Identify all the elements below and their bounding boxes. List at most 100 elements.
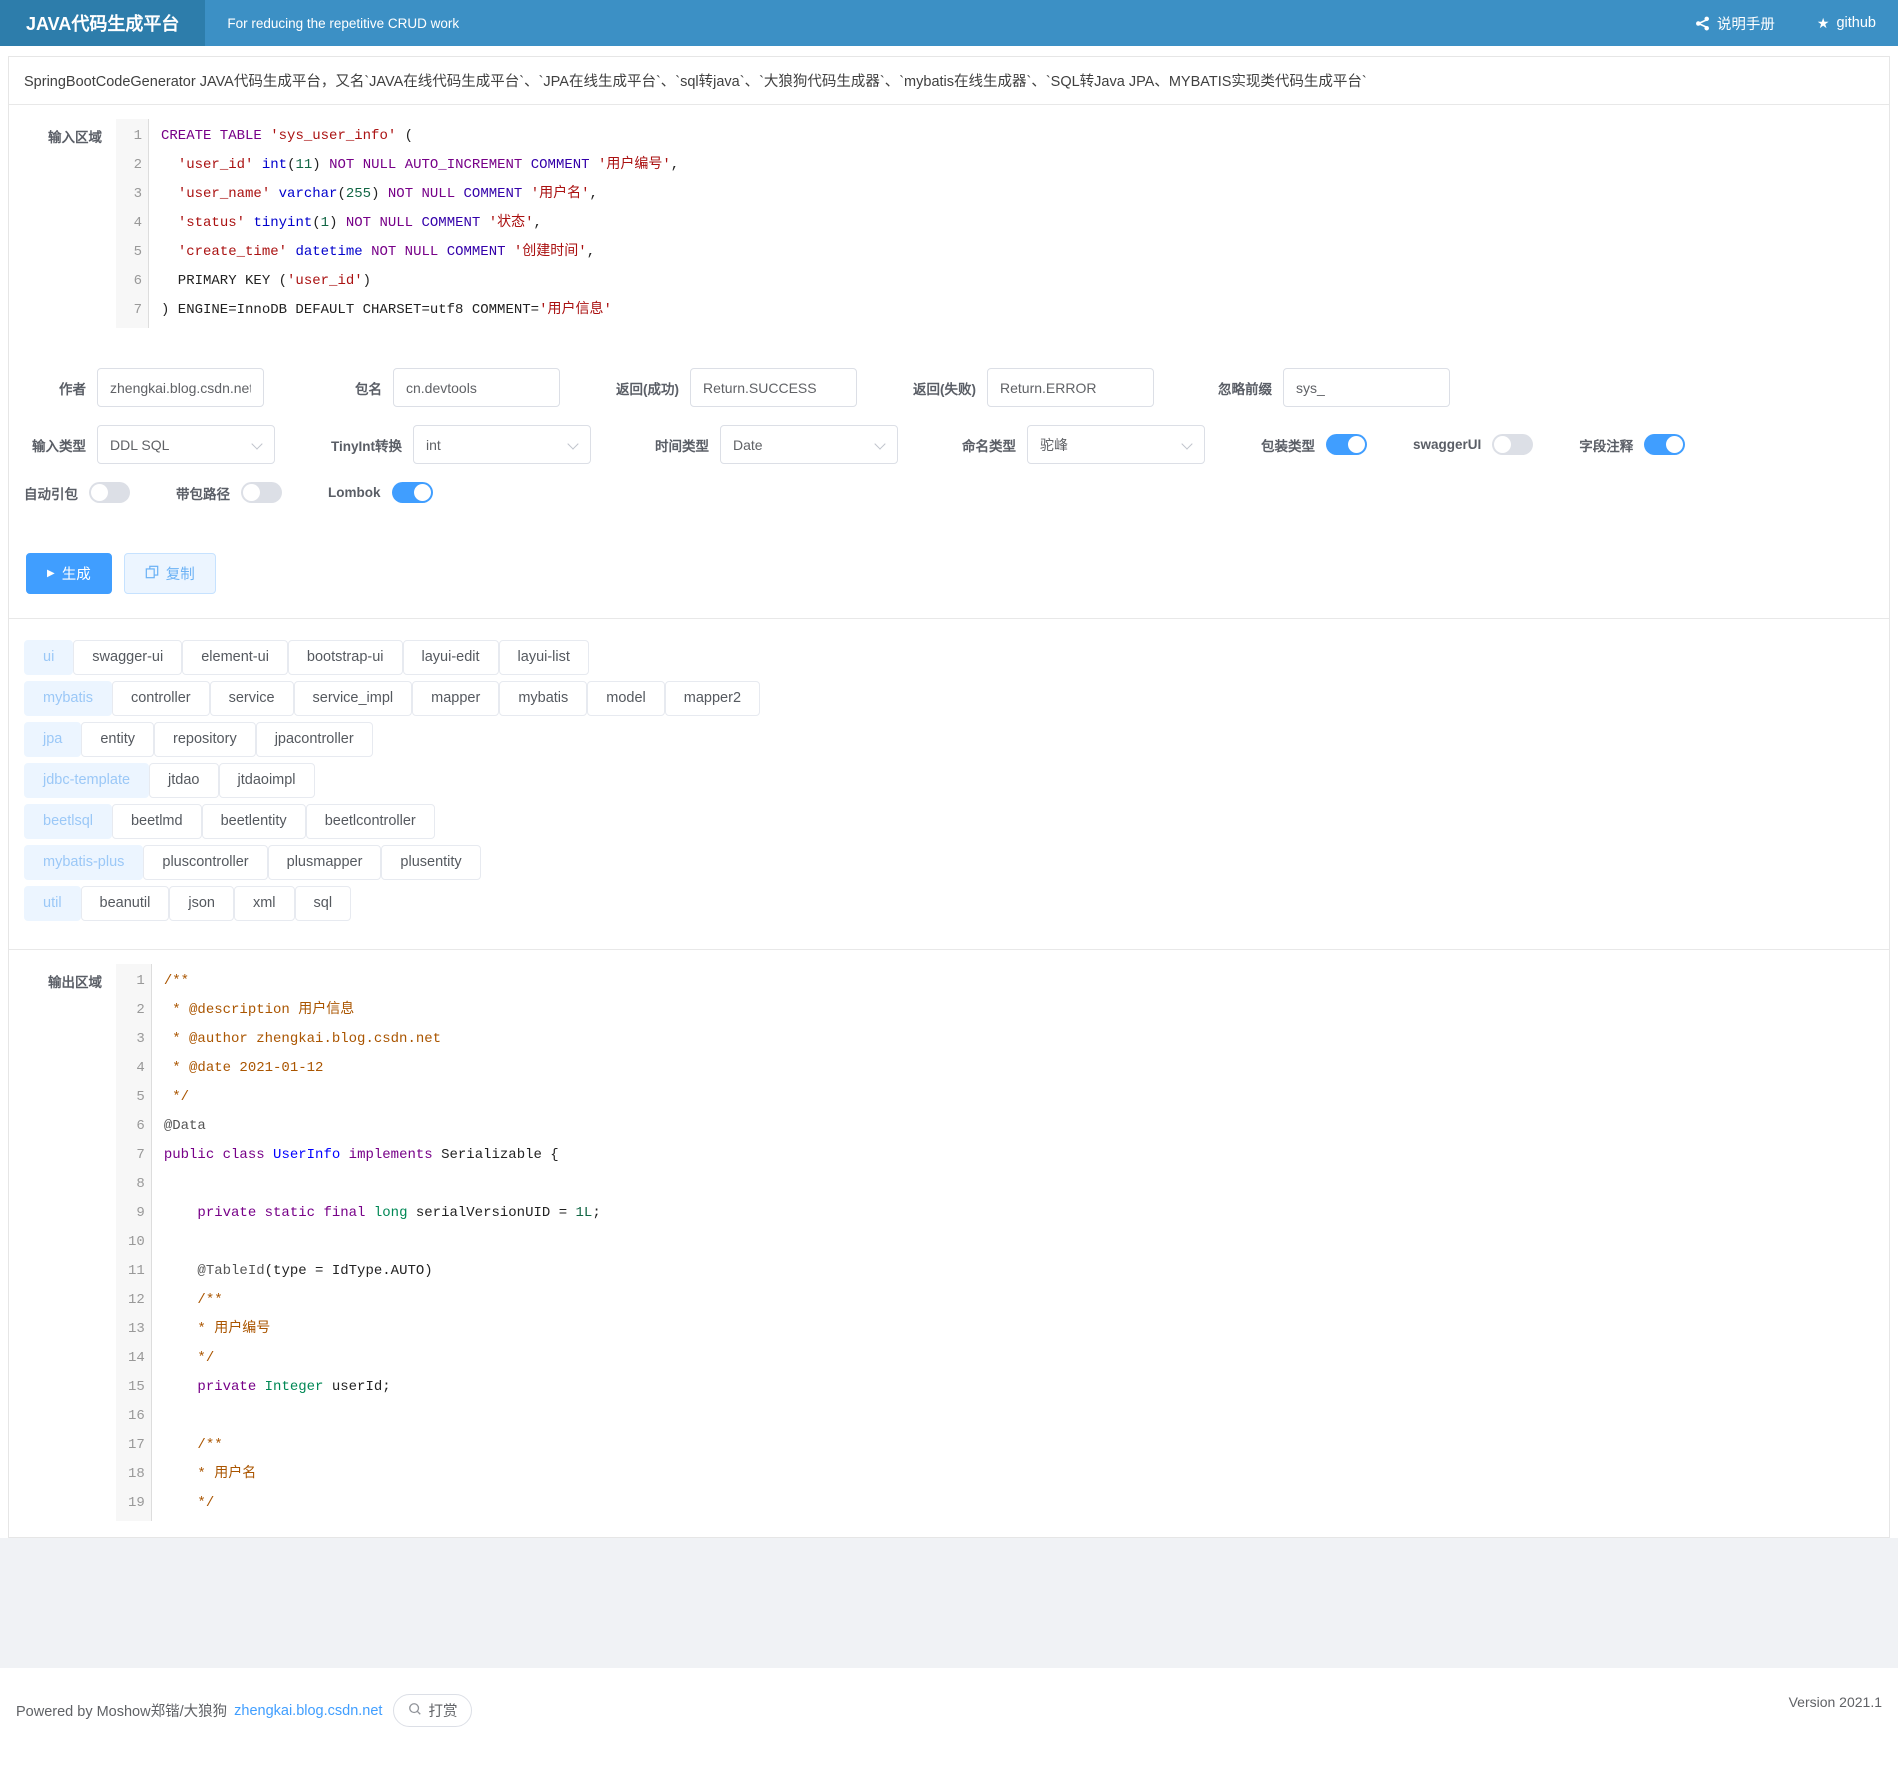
code-line: /**: [164, 967, 1874, 996]
tab-jtdaoimpl[interactable]: jtdaoimpl: [219, 763, 315, 798]
tab-service_impl[interactable]: service_impl: [294, 681, 413, 716]
line-number: 4: [128, 209, 142, 238]
share-icon: [1695, 16, 1710, 31]
tab-pluscontroller[interactable]: pluscontroller: [143, 845, 267, 880]
toggle-switch[interactable]: [1644, 434, 1685, 455]
toggle-switch[interactable]: [392, 482, 433, 503]
form-row-selects: 输入类型DDL SQLTinyInt转换int时间类型Date命名类型驼峰包装类…: [24, 425, 1874, 464]
switch-label: 自动引包: [24, 483, 78, 503]
java-output-editor[interactable]: 12345678910111213141516171819 /** * @des…: [116, 964, 1874, 1521]
text-field[interactable]: [690, 368, 857, 407]
select-dropdown[interactable]: int: [413, 425, 591, 464]
tab-ui[interactable]: ui: [24, 640, 73, 675]
text-field[interactable]: [987, 368, 1154, 407]
tab-layui-list[interactable]: layui-list: [499, 640, 589, 675]
line-number: 15: [128, 1373, 145, 1402]
tab-util[interactable]: util: [24, 886, 81, 921]
line-number: 14: [128, 1344, 145, 1373]
switch-knob: [1494, 436, 1511, 453]
tab-json[interactable]: json: [169, 886, 234, 921]
reward-button[interactable]: 打赏: [393, 1694, 472, 1727]
line-number: 18: [128, 1460, 145, 1489]
tab-mybatis[interactable]: mybatis: [24, 681, 112, 716]
toggle-switch[interactable]: [89, 482, 130, 503]
select-dropdown[interactable]: Date: [720, 425, 898, 464]
text-field[interactable]: [97, 368, 264, 407]
tab-swagger-ui[interactable]: swagger-ui: [73, 640, 182, 675]
tab-repository[interactable]: repository: [154, 722, 256, 757]
generate-button[interactable]: ▶ 生成: [26, 553, 112, 594]
field-label: 作者: [24, 378, 86, 398]
tab-xml[interactable]: xml: [234, 886, 295, 921]
switch-group-自动引包: 自动引包: [24, 482, 130, 503]
select-dropdown[interactable]: 驼峰: [1027, 425, 1205, 464]
tab-jpa[interactable]: jpa: [24, 722, 81, 757]
text-field[interactable]: [1283, 368, 1450, 407]
code-line: 'user_id' int(11) NOT NULL AUTO_INCREMEN…: [161, 151, 1874, 180]
line-number: 17: [128, 1431, 145, 1460]
nav-manual-link[interactable]: 说明手册: [1695, 13, 1775, 34]
code-line: * @description 用户信息: [164, 996, 1874, 1025]
line-number: 3: [128, 1025, 145, 1054]
tab-element-ui[interactable]: element-ui: [182, 640, 288, 675]
code-line: * @date 2021-01-12: [164, 1054, 1874, 1083]
tab-mapper[interactable]: mapper: [412, 681, 499, 716]
tab-mybatis[interactable]: mybatis: [499, 681, 587, 716]
chevron-down-icon: [567, 438, 578, 449]
powered-by-text: Powered by Moshow郑锴/大狼狗: [16, 1700, 227, 1721]
navbar: JAVA代码生成平台 For reducing the repetitive C…: [0, 0, 1898, 46]
tab-service[interactable]: service: [210, 681, 294, 716]
select-dropdown[interactable]: DDL SQL: [97, 425, 275, 464]
tab-model[interactable]: model: [587, 681, 665, 716]
switch-group-swaggerUI: swaggerUI: [1413, 434, 1533, 455]
sql-code[interactable]: CREATE TABLE 'sys_user_info' ( 'user_id'…: [149, 119, 1874, 328]
actions-bar: ▶ 生成 复制: [9, 529, 1889, 619]
text-field[interactable]: [393, 368, 560, 407]
code-line: /**: [164, 1431, 1874, 1460]
output-tab-groups: uiswagger-uielement-uibootstrap-uilayui-…: [9, 619, 1889, 950]
tab-beetlmd[interactable]: beetlmd: [112, 804, 202, 839]
field-label: 命名类型: [954, 435, 1016, 455]
tab-mapper2[interactable]: mapper2: [665, 681, 760, 716]
page-background-band: [0, 1538, 1898, 1668]
line-number: 8: [128, 1170, 145, 1199]
form-row-switches: 自动引包带包路径Lombok: [24, 482, 1874, 503]
tab-row-util: utilbeanutiljsonxmlsql: [24, 886, 1874, 921]
tab-sql[interactable]: sql: [295, 886, 352, 921]
tab-beetlentity[interactable]: beetlentity: [202, 804, 306, 839]
tab-jtdao[interactable]: jtdao: [149, 763, 218, 798]
form-group-作者: 作者: [24, 368, 264, 407]
form-group-返回(成功): 返回(成功): [616, 368, 857, 407]
reward-label: 打赏: [428, 1700, 457, 1721]
tab-beanutil[interactable]: beanutil: [81, 886, 170, 921]
tab-controller[interactable]: controller: [112, 681, 210, 716]
toggle-switch[interactable]: [1492, 434, 1533, 455]
toggle-switch[interactable]: [1326, 434, 1367, 455]
tab-plusmapper[interactable]: plusmapper: [268, 845, 382, 880]
tab-jpacontroller[interactable]: jpacontroller: [256, 722, 373, 757]
tab-beetlsql[interactable]: beetlsql: [24, 804, 112, 839]
form-group-命名类型: 命名类型驼峰: [954, 425, 1205, 464]
nav-github-link[interactable]: ★ github: [1817, 15, 1876, 31]
java-code[interactable]: /** * @description 用户信息 * @author zhengk…: [152, 964, 1874, 1521]
line-number: 1: [128, 967, 145, 996]
code-line: [164, 1170, 1874, 1199]
toggle-switch[interactable]: [241, 482, 282, 503]
tab-row-ui: uiswagger-uielement-uibootstrap-uilayui-…: [24, 640, 1874, 675]
tab-jdbc-template[interactable]: jdbc-template: [24, 763, 149, 798]
tab-plusentity[interactable]: plusentity: [381, 845, 480, 880]
tab-beetlcontroller[interactable]: beetlcontroller: [306, 804, 435, 839]
app-tagline: For reducing the repetitive CRUD work: [205, 0, 481, 46]
line-number: 1: [128, 122, 142, 151]
copy-button[interactable]: 复制: [124, 553, 216, 594]
tab-mybatis-plus[interactable]: mybatis-plus: [24, 845, 143, 880]
tab-bootstrap-ui[interactable]: bootstrap-ui: [288, 640, 403, 675]
tab-row-jdbc-template: jdbc-templatejtdaojtdaoimpl: [24, 763, 1874, 798]
tab-entity[interactable]: entity: [81, 722, 154, 757]
tab-layui-edit[interactable]: layui-edit: [403, 640, 499, 675]
blog-link[interactable]: zhengkai.blog.csdn.net: [234, 1703, 382, 1719]
sql-input-editor[interactable]: 1234567 CREATE TABLE 'sys_user_info' ( '…: [116, 119, 1874, 328]
code-line: @Data: [164, 1112, 1874, 1141]
tab-row-mybatis: mybatiscontrollerserviceservice_implmapp…: [24, 681, 1874, 716]
intro-text: SpringBootCodeGenerator JAVA代码生成平台，又名`JA…: [9, 57, 1889, 105]
